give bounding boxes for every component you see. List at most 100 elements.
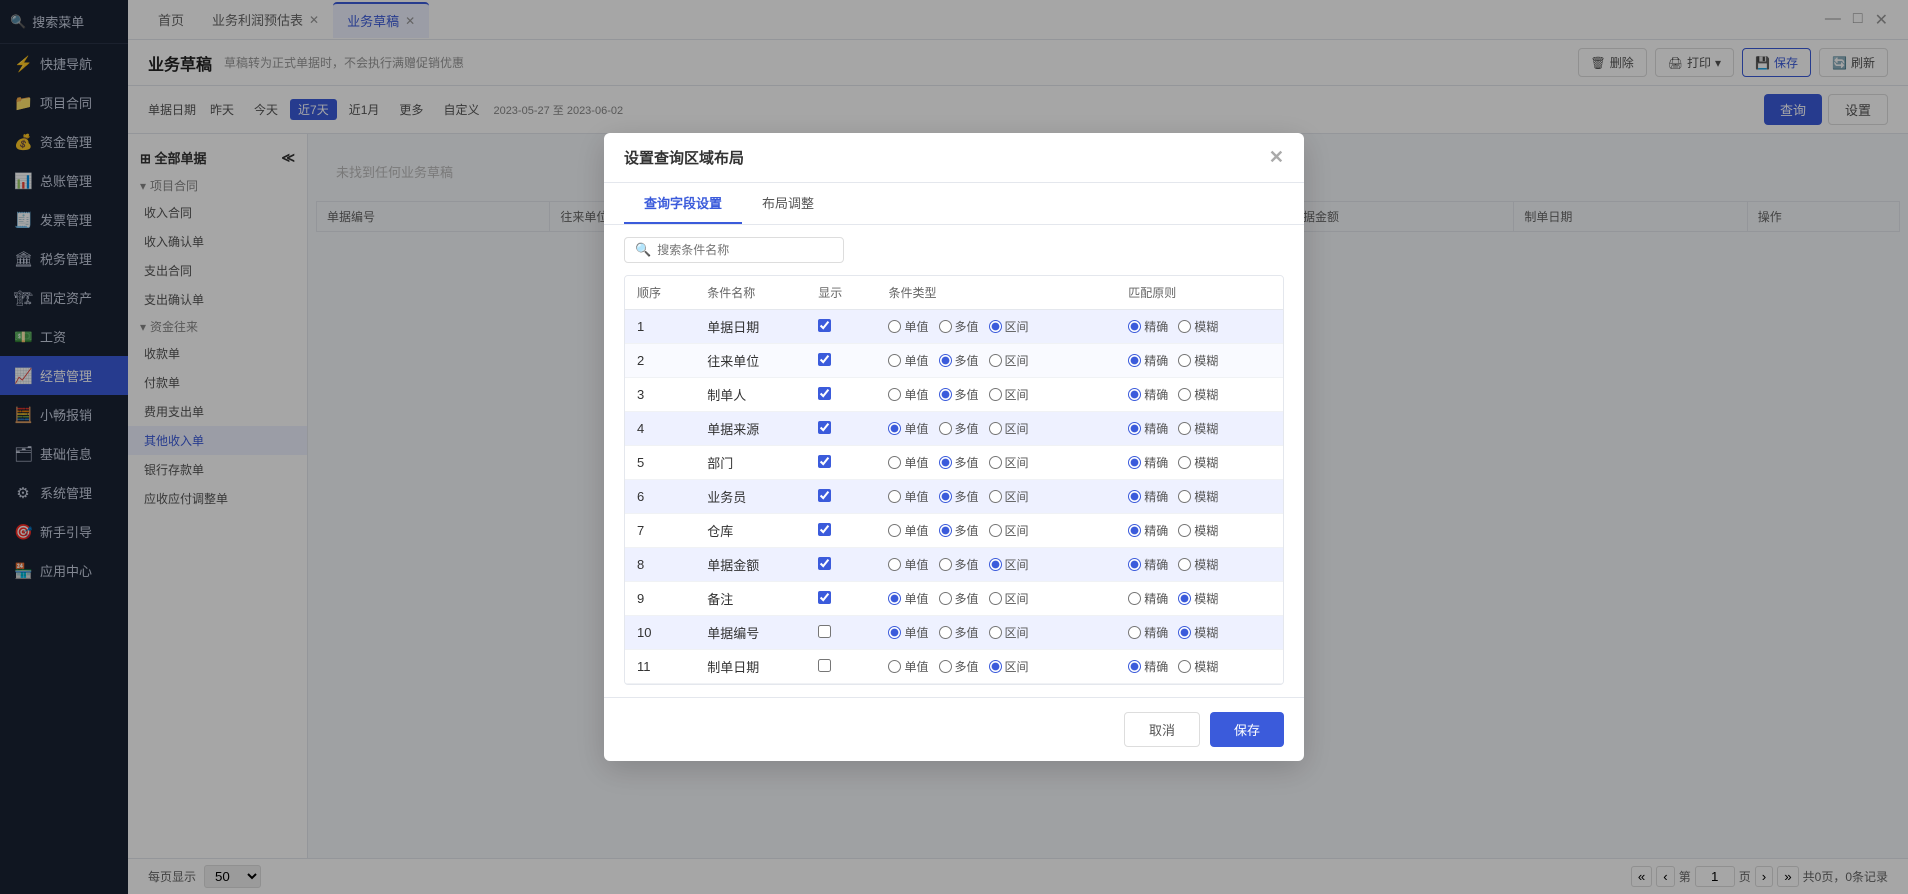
match-fuzzy-10[interactable]: 模糊: [1178, 624, 1218, 641]
type-multi-9[interactable]: 多值: [939, 590, 979, 607]
type-range-7[interactable]: 区间: [989, 522, 1029, 539]
row-show-10[interactable]: [806, 616, 876, 650]
row-show-1[interactable]: [806, 310, 876, 344]
type-single-11[interactable]: 单值: [888, 658, 928, 675]
row-show-11[interactable]: [806, 650, 876, 684]
match-fuzzy-1[interactable]: 模糊: [1178, 318, 1218, 335]
row-show-2[interactable]: [806, 344, 876, 378]
row-type-10: 单值 多值 区间: [876, 616, 1116, 650]
type-multi-6[interactable]: 多值: [939, 488, 979, 505]
settings-row-6: 6 业务员 单值 多值 区间 精确: [625, 480, 1283, 514]
row-match-4: 精确 模糊: [1116, 412, 1283, 446]
row-show-9[interactable]: [806, 582, 876, 616]
type-single-8[interactable]: 单值: [888, 556, 928, 573]
type-multi-7[interactable]: 多值: [939, 522, 979, 539]
row-show-8[interactable]: [806, 548, 876, 582]
type-single-2[interactable]: 单值: [888, 352, 928, 369]
type-single-7[interactable]: 单值: [888, 522, 928, 539]
row-show-6[interactable]: [806, 480, 876, 514]
show-checkbox-1[interactable]: [818, 319, 831, 332]
type-single-6[interactable]: 单值: [888, 488, 928, 505]
row-order-1: 1: [625, 310, 695, 344]
match-exact-10[interactable]: 精确: [1128, 624, 1168, 641]
match-exact-3[interactable]: 精确: [1128, 386, 1168, 403]
tab-query-fields[interactable]: 查询字段设置: [624, 183, 742, 224]
row-show-3[interactable]: [806, 378, 876, 412]
show-checkbox-10[interactable]: [818, 625, 831, 638]
settings-row-9: 9 备注 单值 多值 区间 精确: [625, 582, 1283, 616]
type-range-6[interactable]: 区间: [989, 488, 1029, 505]
type-range-9[interactable]: 区间: [989, 590, 1029, 607]
match-fuzzy-4[interactable]: 模糊: [1178, 420, 1218, 437]
match-fuzzy-5[interactable]: 模糊: [1178, 454, 1218, 471]
type-range-10[interactable]: 区间: [989, 624, 1029, 641]
show-checkbox-6[interactable]: [818, 489, 831, 502]
row-show-7[interactable]: [806, 514, 876, 548]
type-range-5[interactable]: 区间: [989, 454, 1029, 471]
type-single-3[interactable]: 单值: [888, 386, 928, 403]
row-name-8: 单据金额: [695, 548, 806, 582]
show-checkbox-8[interactable]: [818, 557, 831, 570]
type-single-4[interactable]: 单值: [888, 420, 928, 437]
modal-close-button[interactable]: ✕: [1269, 147, 1284, 168]
type-multi-5[interactable]: 多值: [939, 454, 979, 471]
row-match-3: 精确 模糊: [1116, 378, 1283, 412]
type-range-3[interactable]: 区间: [989, 386, 1029, 403]
type-single-9[interactable]: 单值: [888, 590, 928, 607]
row-order-3: 3: [625, 378, 695, 412]
row-type-11: 单值 多值 区间: [876, 650, 1116, 684]
type-single-10[interactable]: 单值: [888, 624, 928, 641]
match-fuzzy-7[interactable]: 模糊: [1178, 522, 1218, 539]
type-multi-2[interactable]: 多值: [939, 352, 979, 369]
show-checkbox-9[interactable]: [818, 591, 831, 604]
match-exact-4[interactable]: 精确: [1128, 420, 1168, 437]
confirm-save-button[interactable]: 保存: [1210, 712, 1284, 747]
match-exact-9[interactable]: 精确: [1128, 590, 1168, 607]
modal-tabs: 查询字段设置 布局调整: [604, 183, 1304, 225]
type-multi-1[interactable]: 多值: [939, 318, 979, 335]
type-range-4[interactable]: 区间: [989, 420, 1029, 437]
type-multi-11[interactable]: 多值: [939, 658, 979, 675]
match-fuzzy-2[interactable]: 模糊: [1178, 352, 1218, 369]
type-range-11[interactable]: 区间: [989, 658, 1029, 675]
row-show-4[interactable]: [806, 412, 876, 446]
show-checkbox-3[interactable]: [818, 387, 831, 400]
match-fuzzy-6[interactable]: 模糊: [1178, 488, 1218, 505]
match-exact-6[interactable]: 精确: [1128, 488, 1168, 505]
match-exact-2[interactable]: 精确: [1128, 352, 1168, 369]
modal-search-bar: 🔍: [624, 237, 844, 263]
type-range-8[interactable]: 区间: [989, 556, 1029, 573]
type-multi-4[interactable]: 多值: [939, 420, 979, 437]
match-fuzzy-11[interactable]: 模糊: [1178, 658, 1218, 675]
match-fuzzy-8[interactable]: 模糊: [1178, 556, 1218, 573]
type-multi-10[interactable]: 多值: [939, 624, 979, 641]
row-order-5: 5: [625, 446, 695, 480]
modal-title: 设置查询区域布局: [624, 147, 744, 168]
show-checkbox-7[interactable]: [818, 523, 831, 536]
match-exact-8[interactable]: 精确: [1128, 556, 1168, 573]
match-fuzzy-9[interactable]: 模糊: [1178, 590, 1218, 607]
cancel-button[interactable]: 取消: [1124, 712, 1200, 747]
settings-row-8: 8 单据金额 单值 多值 区间 精确: [625, 548, 1283, 582]
type-range-2[interactable]: 区间: [989, 352, 1029, 369]
type-multi-3[interactable]: 多值: [939, 386, 979, 403]
row-show-5[interactable]: [806, 446, 876, 480]
match-exact-1[interactable]: 精确: [1128, 318, 1168, 335]
show-checkbox-2[interactable]: [818, 353, 831, 366]
type-single-1[interactable]: 单值: [888, 318, 928, 335]
type-multi-8[interactable]: 多值: [939, 556, 979, 573]
settings-row-4: 4 单据来源 单值 多值 区间 精确: [625, 412, 1283, 446]
match-fuzzy-3[interactable]: 模糊: [1178, 386, 1218, 403]
type-range-1[interactable]: 区间: [989, 318, 1029, 335]
settings-row-10: 10 单据编号 单值 多值 区间 精确: [625, 616, 1283, 650]
type-single-5[interactable]: 单值: [888, 454, 928, 471]
show-checkbox-5[interactable]: [818, 455, 831, 468]
tab-layout-adjust[interactable]: 布局调整: [742, 183, 834, 224]
show-checkbox-4[interactable]: [818, 421, 831, 434]
show-checkbox-11[interactable]: [818, 659, 831, 672]
modal-search-input[interactable]: [657, 243, 817, 257]
match-exact-5[interactable]: 精确: [1128, 454, 1168, 471]
match-exact-11[interactable]: 精确: [1128, 658, 1168, 675]
row-order-9: 9: [625, 582, 695, 616]
match-exact-7[interactable]: 精确: [1128, 522, 1168, 539]
